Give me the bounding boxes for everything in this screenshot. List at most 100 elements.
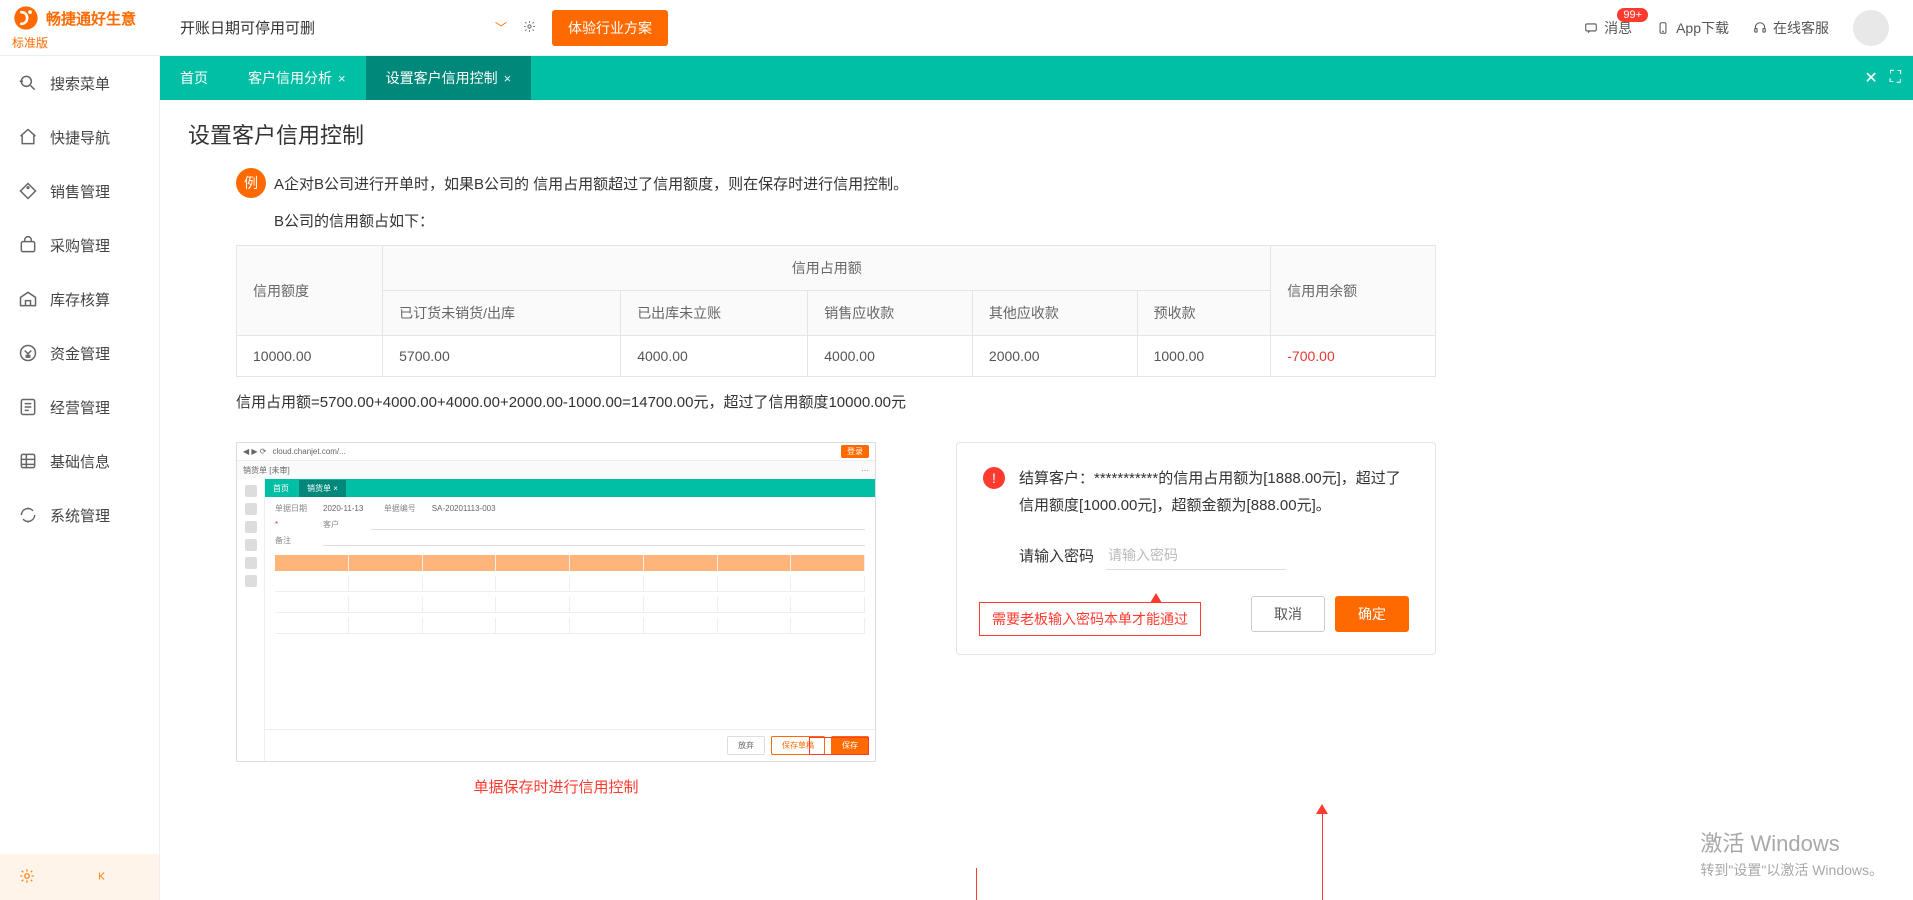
credit-table: 信用额度 信用占用额 信用用余额 已订货未销货/出库 已出库未立账 销售应收款 … (236, 245, 1436, 377)
tag-icon (18, 181, 38, 201)
nav-system[interactable]: 系统管理 (0, 488, 159, 542)
nav-label: 库存核算 (50, 289, 110, 310)
messages-badge: 99+ (1617, 8, 1648, 22)
dialog-text: 结算客户：***********的信用占用额为[1888.00元]，超过了信用额… (1019, 465, 1409, 519)
mobile-icon (1656, 21, 1670, 35)
loop-icon (18, 505, 38, 525)
dialog-wrap: ! 结算客户：***********的信用占用额为[1888.00元]，超过了信… (956, 442, 1436, 655)
mini-footer: 放弃 保存草稿 保存 (265, 729, 875, 761)
nav-label: 经营管理 (50, 397, 110, 418)
mini-screenshot: ◀ ▶ ⟳ cloud.chanjet.com/... 登录 销货单 [未审] … (236, 442, 876, 762)
money-icon (18, 343, 38, 363)
connector-line (976, 868, 977, 900)
app-download-label: App下载 (1676, 18, 1729, 38)
example-badge: 例 (236, 168, 266, 198)
settings-gear[interactable] (523, 20, 536, 36)
home-icon (18, 127, 38, 147)
messages-link[interactable]: 消息 99+ (1584, 18, 1632, 38)
arrow-up-icon (1316, 804, 1328, 814)
nav-footer (0, 854, 159, 900)
brand-logo[interactable]: 畅捷通好生意 (12, 4, 148, 32)
close-icon[interactable]: × (504, 71, 512, 86)
page-title: 设置客户信用控制 (188, 118, 1885, 150)
arrow-up-icon (1150, 593, 1162, 603)
dialog-pw-label: 请输入密码 (1019, 545, 1094, 566)
app-download-link[interactable]: App下载 (1656, 18, 1729, 38)
th-out-unbilled: 已出库未立账 (621, 291, 808, 336)
cell-sales-recv: 4000.00 (808, 336, 973, 377)
nav-label: 快捷导航 (50, 127, 110, 148)
grid-icon (18, 451, 38, 471)
nav-stock[interactable]: 库存核算 (0, 272, 159, 326)
header-center: 开账日期可停用可删 ﹀ 体验行业方案 (160, 10, 668, 46)
th-balance: 信用用余额 (1271, 246, 1436, 336)
avatar[interactable] (1853, 10, 1889, 46)
fullscreen-icon[interactable]: ⛶ (1890, 69, 1901, 87)
tab-credit-control[interactable]: 设置客户信用控制 × (366, 56, 532, 100)
mini-url: cloud.chanjet.com/... (272, 447, 345, 456)
nav-biz[interactable]: 经营管理 (0, 380, 159, 434)
nav-base[interactable]: 基础信息 (0, 434, 159, 488)
bag-icon (18, 235, 38, 255)
mini-tab-doc: 销货单 × (299, 480, 346, 497)
table-row: 10000.00 5700.00 4000.00 4000.00 2000.00… (237, 336, 1436, 377)
nav-search[interactable]: 搜索菜单 (0, 56, 159, 110)
nav-sales[interactable]: 销售管理 (0, 164, 159, 218)
cell-prepay: 1000.00 (1137, 336, 1271, 377)
nav-label: 系统管理 (50, 505, 110, 526)
close-icon[interactable]: × (338, 71, 346, 86)
mini-form: 单据日期2020-11-13 单据编号SA-20201113-003 *客户 备… (265, 497, 875, 640)
nav-label: 资金管理 (50, 343, 110, 364)
support-label: 在线客服 (1773, 18, 1829, 38)
logo-area: 畅捷通好生意 标准版 (0, 0, 160, 57)
mini-discard-btn: 放弃 (727, 736, 765, 755)
chat-icon (1584, 21, 1598, 35)
mini-doc-title: 销货单 [未审] (243, 465, 290, 476)
nav-label: 搜索菜单 (50, 73, 110, 94)
support-link[interactable]: 在线客服 (1753, 18, 1829, 38)
nav-collapse[interactable] (96, 869, 110, 886)
mini-tabs: 首页 销货单 × (265, 479, 875, 497)
main-area: 首页 客户信用分析 × 设置客户信用控制 × ✕ ⛶ 设置客户信用控制 例 A企… (160, 56, 1913, 900)
close-all-icon[interactable]: ✕ (1864, 68, 1877, 88)
warehouse-icon (18, 289, 38, 309)
credit-dialog: ! 结算客户：***********的信用占用额为[1888.00元]，超过了信… (956, 442, 1436, 655)
dialog-pw-input[interactable]: 请输入密码 (1106, 541, 1286, 570)
headset-icon (1753, 21, 1767, 35)
red-caption: 单据保存时进行信用控制 (236, 776, 876, 797)
mini-addressbar: ◀ ▶ ⟳ cloud.chanjet.com/... 登录 (237, 443, 875, 461)
dialog-ok-button[interactable]: 确定 (1335, 596, 1409, 632)
brand-edition: 标准版 (12, 34, 148, 51)
cell-ordered: 5700.00 (383, 336, 621, 377)
chevron-down-icon: ﹀ (495, 19, 507, 36)
nav-quick[interactable]: 快捷导航 (0, 110, 159, 164)
nav-settings[interactable] (18, 867, 36, 888)
tab-label: 首页 (180, 68, 208, 88)
th-credit-limit: 信用额度 (237, 246, 383, 336)
account-dropdown-label: 开账日期可停用可删 (180, 17, 315, 38)
illustration-area: ◀ ▶ ⟳ cloud.chanjet.com/... 登录 销货单 [未审] … (236, 442, 1644, 762)
nav-fund[interactable]: 资金管理 (0, 326, 159, 380)
dialog-cancel-button[interactable]: 取消 (1251, 596, 1325, 632)
cell-out-unbilled: 4000.00 (621, 336, 808, 377)
cell-balance: -700.00 (1271, 336, 1436, 377)
tab-label: 客户信用分析 (248, 68, 332, 88)
dialog-red-note: 需要老板输入密码本单才能通过 (979, 602, 1201, 636)
nav-label: 基础信息 (50, 451, 110, 472)
tabs-bar: 首页 客户信用分析 × 设置客户信用控制 × ✕ ⛶ (160, 56, 1913, 100)
brand-icon (12, 4, 40, 32)
top-header: 畅捷通好生意 标准版 开账日期可停用可删 ﹀ 体验行业方案 消息 99+ App… (0, 0, 1913, 56)
account-dropdown[interactable]: 开账日期可停用可删 ﹀ (180, 17, 507, 38)
experience-button[interactable]: 体验行业方案 (552, 10, 668, 46)
tab-home[interactable]: 首页 (160, 56, 228, 100)
tab-credit-analysis[interactable]: 客户信用分析 × (228, 56, 366, 100)
content-body: 例 A企对B公司进行开单时，如果B公司的 信用占用额超过了信用额度，则在保存时进… (188, 168, 1668, 797)
mini-login-btn: 登录 (841, 445, 869, 458)
gear-icon (18, 867, 36, 885)
example-text: A企对B公司进行开单时，如果B公司的 信用占用额超过了信用额度，则在保存时进行信… (274, 173, 908, 194)
th-prepay: 预收款 (1137, 291, 1271, 336)
header-right: 消息 99+ App下载 在线客服 (1584, 10, 1913, 46)
tab-label: 设置客户信用控制 (386, 68, 498, 88)
nav-purchase[interactable]: 采购管理 (0, 218, 159, 272)
mini-sidebar (237, 479, 265, 761)
